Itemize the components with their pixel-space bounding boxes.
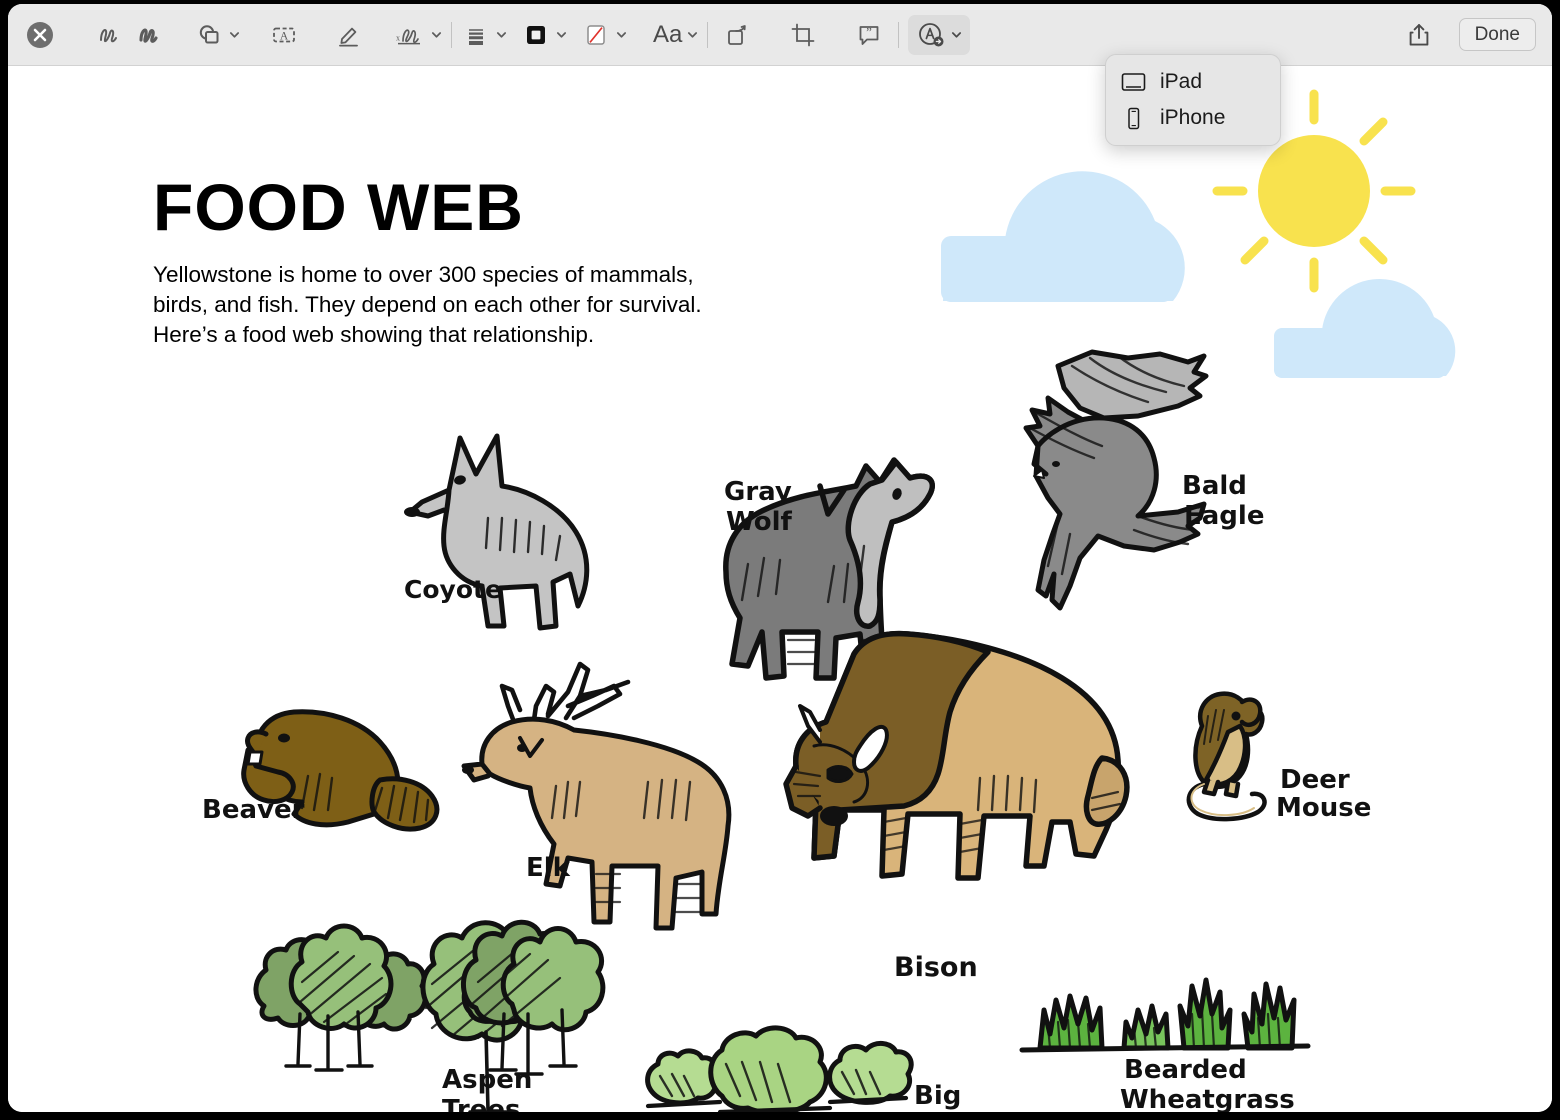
markup-window: A x Aa ” Done iPad iPhone FOOD WEB Yello… (8, 4, 1552, 1112)
draw-icon (139, 27, 158, 43)
sketch-tool[interactable] (88, 15, 128, 55)
svg-text:A: A (280, 30, 289, 42)
border-color-icon (527, 25, 545, 44)
font-Aa-icon: Aa (653, 20, 683, 48)
device-dropdown-menu: iPad iPhone (1105, 54, 1281, 146)
elk-label: Elk (526, 853, 571, 883)
font-style-tool[interactable]: Aa (653, 15, 698, 55)
aspen-trees-drawing (253, 919, 606, 1112)
draw-tool[interactable] (128, 15, 168, 55)
ipad-icon (1120, 72, 1146, 93)
crop-tool[interactable] (783, 15, 823, 55)
bald-eagle-label-line1: Bald (1182, 471, 1247, 501)
no-fill-icon (587, 24, 605, 45)
svg-text:x: x (396, 33, 400, 42)
food-web-illustration: Coyote Gray Wolf Bald Eagle Beaver Elk B… (202, 349, 1371, 1112)
aspen-trees-label-line1: Aspen (442, 1065, 532, 1095)
sign-tool[interactable]: x (392, 15, 442, 55)
bald-eagle-drawing (1023, 349, 1209, 611)
done-button-label: Done (1474, 23, 1520, 45)
deer-mouse-drawing (1186, 691, 1267, 822)
annotate-tool[interactable]: ” (849, 15, 889, 55)
chevron-down-icon (952, 32, 962, 38)
chevron-down-icon (556, 32, 567, 38)
beaver-label: Beaver (202, 795, 305, 825)
big-sage-label-line2: Sage (912, 1111, 985, 1112)
elk-drawing (461, 661, 732, 931)
iphone-icon (1120, 107, 1146, 130)
toolbar-divider-3 (898, 21, 900, 48)
bison-label: Bison (894, 952, 978, 983)
text-box-icon: A (273, 27, 295, 42)
svg-text:”: ” (866, 24, 872, 39)
border-color-tool[interactable] (521, 15, 567, 55)
rotate-tool[interactable] (717, 15, 757, 55)
bearded-wheatgrass-drawing (1019, 977, 1311, 1053)
menu-item-ipad[interactable]: iPad (1106, 64, 1280, 100)
close-circle-icon (27, 21, 53, 48)
shapes-tool[interactable] (194, 15, 240, 55)
markup-from-device-tool[interactable] (908, 14, 971, 55)
wheatgrass-label-line1: Bearded (1124, 1055, 1247, 1085)
menu-item-iphone[interactable]: iPhone (1106, 100, 1280, 136)
signature-icon: x (396, 28, 420, 44)
markup-toolbar: A x Aa ” Done (8, 4, 1552, 66)
aspen-trees-label-line2: Trees (442, 1095, 520, 1112)
text-tool[interactable]: A (264, 15, 304, 55)
done-button[interactable]: Done (1458, 18, 1536, 51)
share-icon (1409, 23, 1428, 46)
deer-mouse-label-line1: Deer (1280, 765, 1350, 795)
crop-icon (791, 23, 815, 46)
rotate-icon (728, 24, 747, 45)
line-weight-icon (469, 28, 483, 45)
coyote-label: Coyote (404, 575, 502, 604)
menu-item-iphone-label: iPhone (1160, 106, 1226, 129)
shapes-icon (199, 24, 219, 43)
deer-mouse-label-line2: Mouse (1276, 793, 1371, 823)
chevron-down-icon (616, 32, 627, 38)
markup-device-icon (919, 22, 944, 46)
chevron-down-icon (229, 32, 240, 38)
big-sage-drawing (645, 1025, 914, 1112)
document-canvas[interactable]: FOOD WEB Yellowstone is home to over 300… (8, 66, 1552, 1112)
fill-color-tool[interactable] (581, 15, 627, 55)
toolbar-divider-2 (707, 21, 709, 48)
line-weight-tool[interactable] (461, 15, 507, 55)
share-button[interactable] (1399, 15, 1439, 55)
chevron-down-icon (496, 32, 507, 38)
close-button[interactable] (20, 15, 60, 55)
sketch-icon (100, 28, 117, 42)
speech-bubble-icon: ” (859, 24, 879, 45)
gray-wolf-label-line2: Wolf (726, 507, 793, 537)
wheatgrass-label-line2: Wheatgrass (1120, 1085, 1295, 1112)
bald-eagle-label-line2: Eagle (1184, 501, 1264, 531)
toolbar-divider-1 (451, 21, 452, 48)
gray-wolf-label-line1: Gray (724, 477, 792, 507)
big-sage-label-line1: Big (914, 1081, 961, 1111)
chevron-down-icon (431, 32, 442, 38)
chevron-down-icon (688, 32, 698, 38)
pencil-underline-icon (339, 27, 358, 47)
menu-item-ipad-label: iPad (1160, 70, 1203, 93)
highlight-tool[interactable] (328, 15, 368, 55)
